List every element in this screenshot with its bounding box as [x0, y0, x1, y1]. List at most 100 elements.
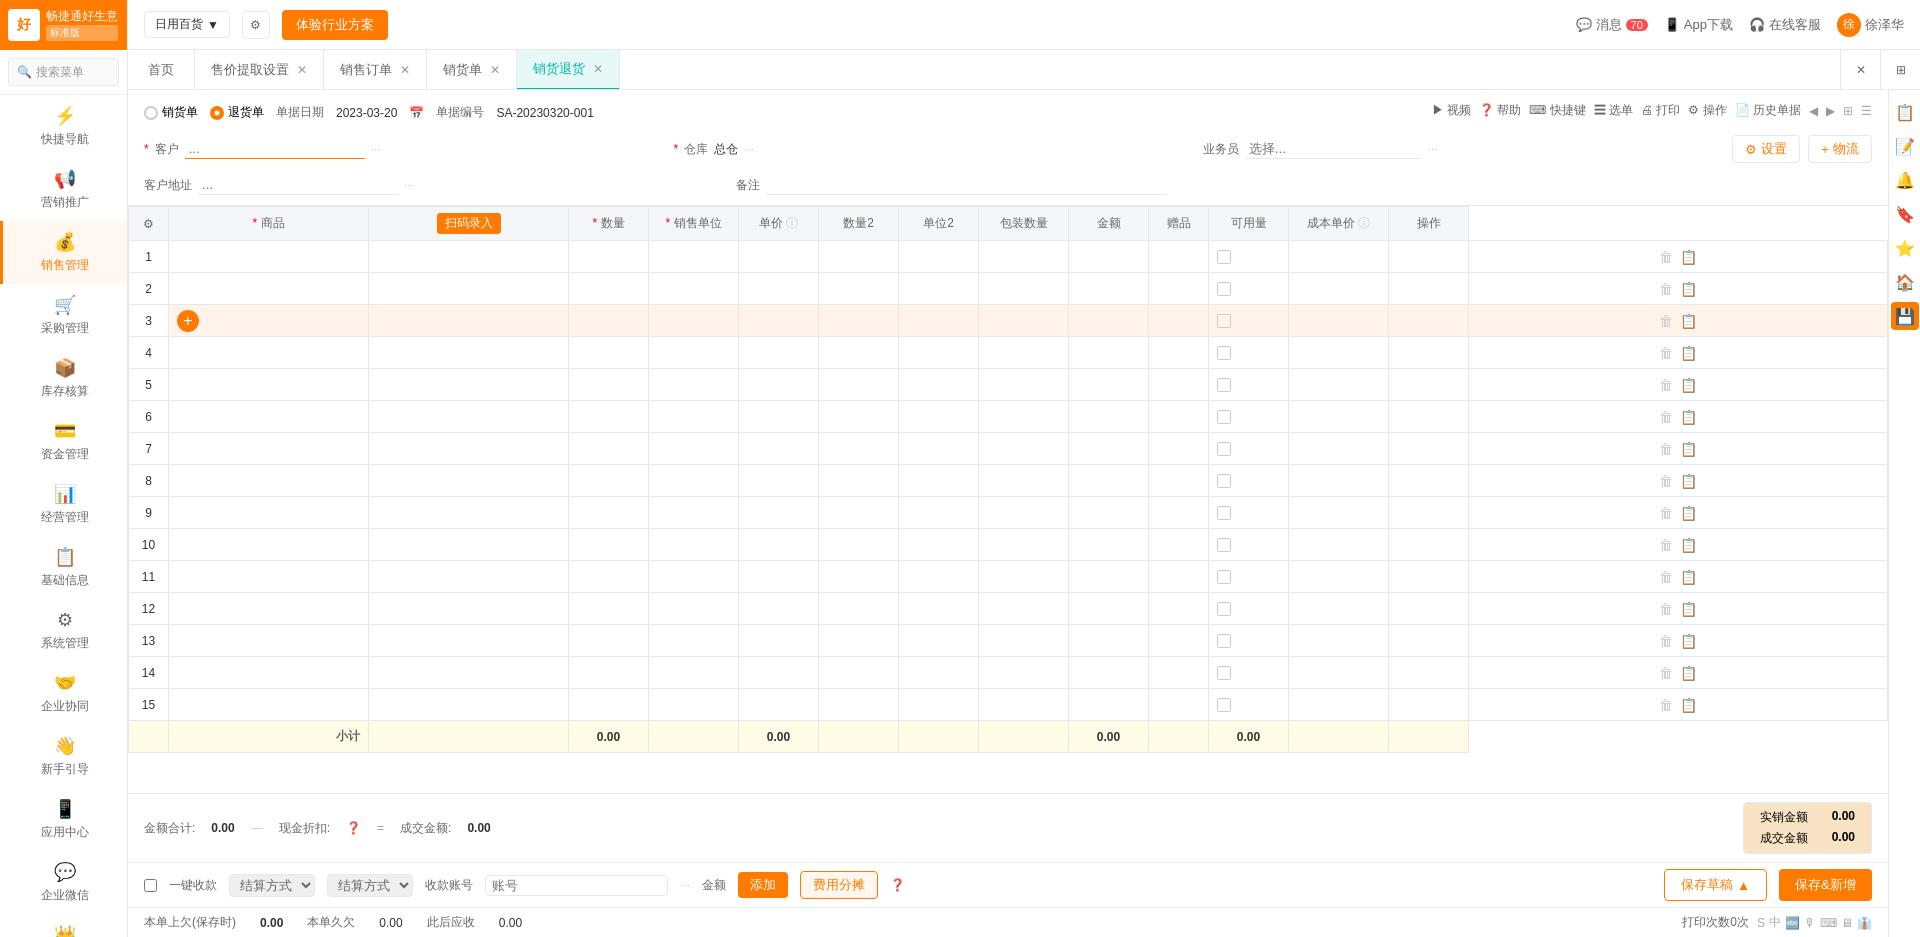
row-qty-13[interactable]	[649, 625, 739, 657]
row-available-5[interactable]	[1289, 369, 1389, 401]
row-amount-13[interactable]	[1149, 625, 1209, 657]
row-gear-5[interactable]	[169, 369, 369, 401]
row-amount-4[interactable]	[1149, 337, 1209, 369]
row-cost-15[interactable]	[1389, 689, 1469, 721]
row-qty2-2[interactable]	[899, 273, 979, 305]
row-amount-10[interactable]	[1149, 529, 1209, 561]
row-pkg-12[interactable]	[1069, 593, 1149, 625]
row-pkg-6[interactable]	[1069, 401, 1149, 433]
row-unit-7[interactable]	[739, 433, 819, 465]
row-available-15[interactable]	[1289, 689, 1389, 721]
delete-icon-8[interactable]: 🗑	[1659, 473, 1673, 489]
row-qty2-8[interactable]	[899, 465, 979, 497]
sidebar-item-9[interactable]: 🤝企业协同	[0, 662, 127, 725]
row-unit-11[interactable]	[739, 561, 819, 593]
customer-input[interactable]	[185, 139, 365, 159]
taskbar-icon-3[interactable]: 🔤	[1785, 916, 1800, 930]
row-unit2-7[interactable]	[979, 433, 1069, 465]
row-unit2-12[interactable]	[979, 593, 1069, 625]
row-qty-9[interactable]	[649, 497, 739, 529]
add-row-button[interactable]: +	[177, 310, 199, 332]
row-unit2-2[interactable]	[979, 273, 1069, 305]
row-price-3[interactable]	[819, 305, 899, 337]
row-price-1[interactable]	[819, 241, 899, 273]
copy-icon-7[interactable]: 📋	[1680, 441, 1697, 457]
tab-sales-return[interactable]: 销货退货 ✕	[517, 50, 620, 90]
sidebar-item-3[interactable]: 🛒采购管理	[0, 284, 127, 347]
taskbar-icon-4[interactable]: 🎙	[1804, 916, 1816, 930]
account-dots[interactable]: ···	[680, 878, 690, 892]
row-cost-5[interactable]	[1389, 369, 1469, 401]
row-amount-14[interactable]	[1149, 657, 1209, 689]
sidebar-item-4[interactable]: 📦库存核算	[0, 347, 127, 410]
row-qty2-9[interactable]	[899, 497, 979, 529]
gift-checkbox-1[interactable]	[1217, 250, 1231, 264]
row-gift-4[interactable]	[1209, 337, 1289, 369]
row-amount-3[interactable]	[1149, 305, 1209, 337]
row-unit-13[interactable]	[739, 625, 819, 657]
copy-icon-6[interactable]: 📋	[1680, 409, 1697, 425]
row-gift-1[interactable]	[1209, 241, 1289, 273]
row-available-2[interactable]	[1289, 273, 1389, 305]
row-available-3[interactable]	[1289, 305, 1389, 337]
gift-checkbox-14[interactable]	[1217, 666, 1231, 680]
row-gear-12[interactable]	[169, 593, 369, 625]
row-price-5[interactable]	[819, 369, 899, 401]
industry-select[interactable]: 日用百货 ▼	[144, 11, 230, 38]
tab-home[interactable]: 首页	[128, 50, 195, 90]
product-input-3[interactable]	[377, 313, 560, 328]
row-available-1[interactable]	[1289, 241, 1389, 273]
row-price-14[interactable]	[819, 657, 899, 689]
row-amount-1[interactable]	[1149, 241, 1209, 273]
row-price-12[interactable]	[819, 593, 899, 625]
row-price-11[interactable]	[819, 561, 899, 593]
row-qty-15[interactable]	[649, 689, 739, 721]
row-product-11[interactable]	[369, 561, 569, 593]
row-gift-6[interactable]	[1209, 401, 1289, 433]
row-gift-5[interactable]	[1209, 369, 1289, 401]
rs-icon-2[interactable]: 📝	[1891, 132, 1919, 160]
delete-icon-6[interactable]: 🗑	[1659, 409, 1673, 425]
row-qty2-10[interactable]	[899, 529, 979, 561]
row-product-2[interactable]	[369, 273, 569, 305]
row-gear-13[interactable]	[169, 625, 369, 657]
row-unit-14[interactable]	[739, 657, 819, 689]
row-price-9[interactable]	[819, 497, 899, 529]
calendar-icon[interactable]: 📅	[409, 106, 424, 120]
topbar-settings-button[interactable]: ⚙	[242, 11, 270, 39]
row-gear-6[interactable]	[169, 401, 369, 433]
rs-icon-1[interactable]: 📋	[1891, 98, 1919, 126]
row-qty2-7[interactable]	[899, 433, 979, 465]
row-amount-5[interactable]	[1149, 369, 1209, 401]
row-unit2-6[interactable]	[979, 401, 1069, 433]
row-price-8[interactable]	[819, 465, 899, 497]
row-qty-7[interactable]	[649, 433, 739, 465]
remark-input[interactable]	[766, 175, 1166, 195]
row-pkg-15[interactable]	[1069, 689, 1149, 721]
row-gear-11[interactable]	[169, 561, 369, 593]
tab-expand-button[interactable]: ⊞	[1880, 50, 1920, 90]
row-gear-3[interactable]: +	[169, 305, 369, 337]
row-price-2[interactable]	[819, 273, 899, 305]
row-available-9[interactable]	[1289, 497, 1389, 529]
row-product-15[interactable]	[369, 689, 569, 721]
row-cost-9[interactable]	[1389, 497, 1469, 529]
scan-button[interactable]: 扫码录入	[437, 213, 501, 234]
row-unit-6[interactable]	[739, 401, 819, 433]
row-product-6[interactable]	[369, 401, 569, 433]
row-cost-11[interactable]	[1389, 561, 1469, 593]
row-unit-8[interactable]	[739, 465, 819, 497]
row-amount-9[interactable]	[1149, 497, 1209, 529]
row-qty2-1[interactable]	[899, 241, 979, 273]
row-available-8[interactable]	[1289, 465, 1389, 497]
row-amount-12[interactable]	[1149, 593, 1209, 625]
delete-icon-15[interactable]: 🗑	[1659, 697, 1673, 713]
row-pkg-13[interactable]	[1069, 625, 1149, 657]
row-qty2-12[interactable]	[899, 593, 979, 625]
gift-checkbox-12[interactable]	[1217, 602, 1231, 616]
customer-dots[interactable]: ···	[371, 142, 381, 156]
radio-return[interactable]: 退货单	[210, 104, 264, 121]
row-gift-2[interactable]	[1209, 273, 1289, 305]
row-cost-8[interactable]	[1389, 465, 1469, 497]
video-btn[interactable]: ▶ 视频	[1432, 102, 1471, 119]
